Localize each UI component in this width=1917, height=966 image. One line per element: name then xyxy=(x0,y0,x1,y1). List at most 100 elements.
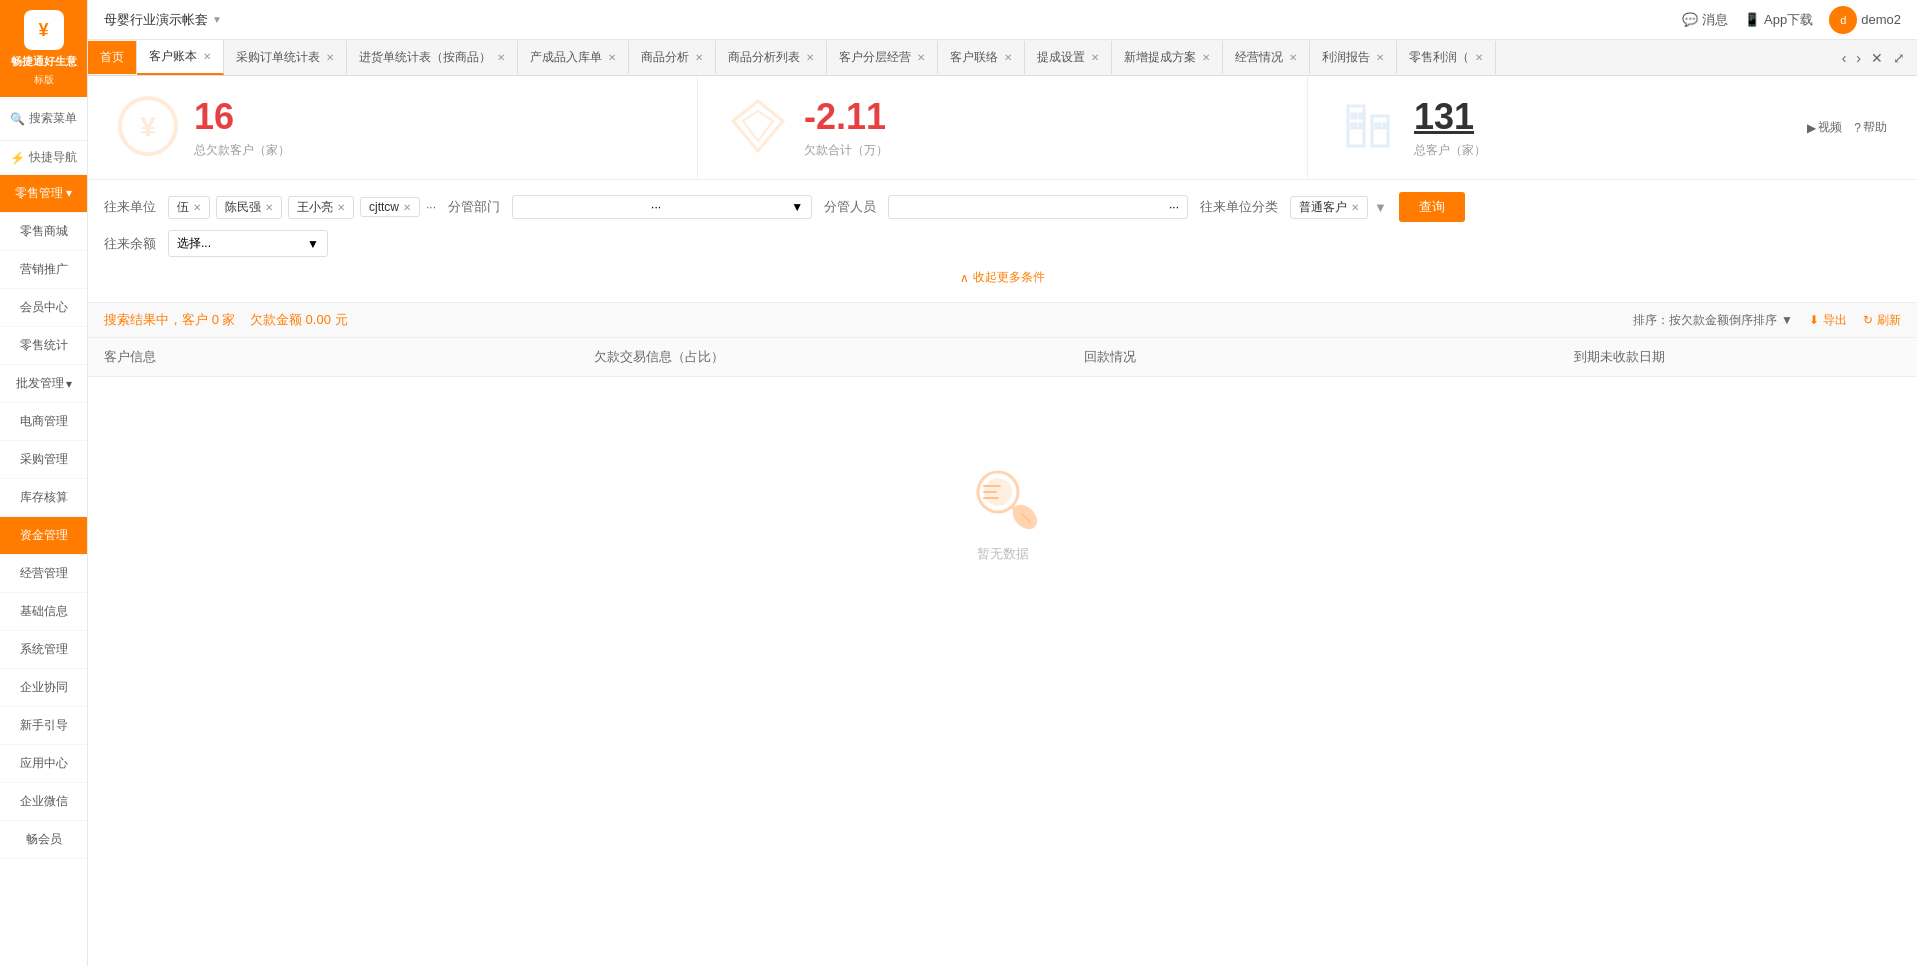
video-help-button[interactable]: ▶ 视频 xyxy=(1807,119,1842,136)
tab-purchase-orders[interactable]: 采购订单统计表 ✕ xyxy=(224,41,347,74)
tab-inbound-stats[interactable]: 进货单统计表（按商品） ✕ xyxy=(347,41,518,74)
industry-selector[interactable]: 母婴行业演示帐套 ▼ xyxy=(104,11,222,29)
person-select-more: ··· xyxy=(1169,200,1179,214)
remove-unit-class[interactable]: ✕ xyxy=(1351,202,1359,213)
unit-class-tag-normal: 普通客户 ✕ xyxy=(1290,196,1368,219)
close-tab-4[interactable]: ✕ xyxy=(608,52,616,63)
close-tab-7[interactable]: ✕ xyxy=(917,52,925,63)
sidebar-item-purchase[interactable]: 采购管理 xyxy=(0,441,87,479)
query-button[interactable]: 查询 xyxy=(1399,192,1465,222)
balance-filter-select[interactable]: 选择... ▼ xyxy=(168,230,328,257)
sidebar-item-system[interactable]: 系统管理 xyxy=(0,631,87,669)
close-tab-11[interactable]: ✕ xyxy=(1289,52,1297,63)
sidebar-item-vip[interactable]: 畅会员 xyxy=(0,821,87,859)
sidebar-item-app-center[interactable]: 应用中心 xyxy=(0,745,87,783)
unit-class-filter-label: 往来单位分类 xyxy=(1200,198,1278,216)
next-tab-button[interactable]: › xyxy=(1852,46,1865,70)
total-customers-value: 131 xyxy=(1414,96,1486,138)
sidebar-item-wholesale[interactable]: 批发管理 ▾ xyxy=(0,365,87,403)
prev-tab-button[interactable]: ‹ xyxy=(1838,46,1851,70)
filter-area: 往来单位 伍 ✕ 陈民强 ✕ 王小亮 ✕ cjttcw xyxy=(88,180,1917,303)
dept-chevron-icon: ▼ xyxy=(791,200,803,214)
tab-operations[interactable]: 经营情况 ✕ xyxy=(1223,41,1310,74)
collapse-up-icon: ∧ xyxy=(960,271,969,285)
export-button[interactable]: ⬇ 导出 xyxy=(1809,312,1847,329)
sort-select[interactable]: 排序：按欠款金额倒序排序 ▼ xyxy=(1633,312,1793,329)
close-tab-9[interactable]: ✕ xyxy=(1091,52,1099,63)
close-all-tabs-button[interactable]: ✕ xyxy=(1867,46,1887,70)
message-button[interactable]: 💬 消息 xyxy=(1682,11,1728,29)
remove-unit-wu[interactable]: ✕ xyxy=(193,202,201,213)
svg-rect-10 xyxy=(1376,124,1380,128)
close-accounts-tab[interactable]: ✕ xyxy=(203,51,211,62)
svg-rect-9 xyxy=(1360,124,1364,128)
sidebar-item-new-guide[interactable]: 新手引导 xyxy=(0,707,87,745)
sidebar-item-finance[interactable]: 资金管理 xyxy=(0,517,87,555)
stat-total-customers: 131 总客户（家） ▶ 视频 ? 帮助 xyxy=(1308,76,1917,179)
sidebar-item-retail[interactable]: 零售管理 ▾ xyxy=(0,175,87,213)
unit-class-tags: 普通客户 ✕ ▼ xyxy=(1290,196,1387,219)
tab-profit-report[interactable]: 利润报告 ✕ xyxy=(1310,41,1397,74)
tab-retail-profit[interactable]: 零售利润（ ✕ xyxy=(1397,41,1496,74)
table-wrapper: 客户信息 欠款交易信息（占比） 回款情况 到期未收款日期 xyxy=(88,338,1917,643)
remove-unit-wang[interactable]: ✕ xyxy=(337,202,345,213)
tab-home[interactable]: 首页 xyxy=(88,41,137,74)
close-tab-5[interactable]: ✕ xyxy=(695,52,703,63)
svg-rect-16 xyxy=(983,491,997,493)
sidebar-item-retail-stats[interactable]: 零售统计 xyxy=(0,327,87,365)
download-icon: 📱 xyxy=(1744,12,1760,27)
person-filter-select[interactable]: ··· xyxy=(888,195,1188,219)
refresh-icon: ↻ xyxy=(1863,313,1873,327)
total-customers-label: 总客户（家） xyxy=(1414,142,1486,159)
close-tab-13[interactable]: ✕ xyxy=(1475,52,1483,63)
collapse-filter-button[interactable]: ∧ 收起更多条件 xyxy=(104,265,1901,290)
sidebar-item-ecommerce[interactable]: 电商管理 xyxy=(0,403,87,441)
sidebar-item-operations[interactable]: 经营管理 xyxy=(0,555,87,593)
refresh-button[interactable]: ↻ 刷新 xyxy=(1863,312,1901,329)
tab-cost-inbound[interactable]: 产成品入库单 ✕ xyxy=(518,41,629,74)
tab-product-analysis[interactable]: 商品分析 ✕ xyxy=(629,41,716,74)
user-menu[interactable]: d demo2 xyxy=(1829,6,1901,34)
tab-customer-tier[interactable]: 客户分层经营 ✕ xyxy=(827,41,938,74)
remove-unit-chen[interactable]: ✕ xyxy=(265,202,273,213)
svg-rect-7 xyxy=(1360,114,1364,118)
tab-proposal-settings[interactable]: 提成设置 ✕ xyxy=(1025,41,1112,74)
app-version: 标版 xyxy=(34,73,54,87)
sort-chevron-icon: ▼ xyxy=(1781,313,1793,327)
search-menu-button[interactable]: 🔍 搜索菜单 xyxy=(8,105,79,132)
maximize-button[interactable]: ⤢ xyxy=(1889,46,1909,70)
avatar: d xyxy=(1829,6,1857,34)
unit-filter-more[interactable]: ··· xyxy=(426,200,436,214)
app-download-button[interactable]: 📱 App下载 xyxy=(1744,11,1813,29)
col-customer-info: 客户信息 xyxy=(104,348,594,366)
close-tab-2[interactable]: ✕ xyxy=(326,52,334,63)
sidebar-item-member[interactable]: 会员中心 xyxy=(0,289,87,327)
balance-chevron-icon: ▼ xyxy=(307,237,319,251)
remove-unit-cjttcw[interactable]: ✕ xyxy=(403,202,411,213)
close-tab-3[interactable]: ✕ xyxy=(497,52,505,63)
tab-bar: 首页 客户账本 ✕ 采购订单统计表 ✕ 进货单统计表（按商品） ✕ 产成品入库单… xyxy=(88,40,1917,76)
svg-rect-11 xyxy=(1384,124,1388,128)
close-tab-12[interactable]: ✕ xyxy=(1376,52,1384,63)
help-button[interactable]: ? 帮助 xyxy=(1854,119,1887,136)
sidebar-item-basic-info[interactable]: 基础信息 xyxy=(0,593,87,631)
tab-customer-contact[interactable]: 客户联络 ✕ xyxy=(938,41,1025,74)
close-tab-8[interactable]: ✕ xyxy=(1004,52,1012,63)
sidebar-item-enterprise[interactable]: 企业协同 xyxy=(0,669,87,707)
close-tab-10[interactable]: ✕ xyxy=(1202,52,1210,63)
sidebar-item-inventory[interactable]: 库存核算 xyxy=(0,479,87,517)
stat-debt-customers: ¥ 16 总欠款客户（家） xyxy=(88,76,698,179)
unit-tag-cjttcw: cjttcw ✕ xyxy=(360,197,420,217)
dept-filter-select[interactable]: ··· ▼ xyxy=(512,195,812,219)
tab-new-proposal[interactable]: 新增提成方案 ✕ xyxy=(1112,41,1223,74)
sidebar-logo: ¥ 畅捷通好生意 标版 xyxy=(0,0,87,97)
tab-accounts[interactable]: 客户账本 ✕ xyxy=(137,40,224,75)
close-tab-6[interactable]: ✕ xyxy=(806,52,814,63)
sidebar-item-retail-mall[interactable]: 零售商城 xyxy=(0,213,87,251)
sidebar: ¥ 畅捷通好生意 标版 🔍 搜索菜单 ⚡ 快捷导航 零售管理 ▾ 零售商城 营销… xyxy=(0,0,88,966)
sidebar-item-marketing[interactable]: 营销推广 xyxy=(0,251,87,289)
sidebar-item-wechat[interactable]: 企业微信 xyxy=(0,783,87,821)
quick-nav-button[interactable]: ⚡ 快捷导航 xyxy=(0,141,87,175)
tab-product-analysis-list[interactable]: 商品分析列表 ✕ xyxy=(716,41,827,74)
svg-text:¥: ¥ xyxy=(140,111,156,142)
